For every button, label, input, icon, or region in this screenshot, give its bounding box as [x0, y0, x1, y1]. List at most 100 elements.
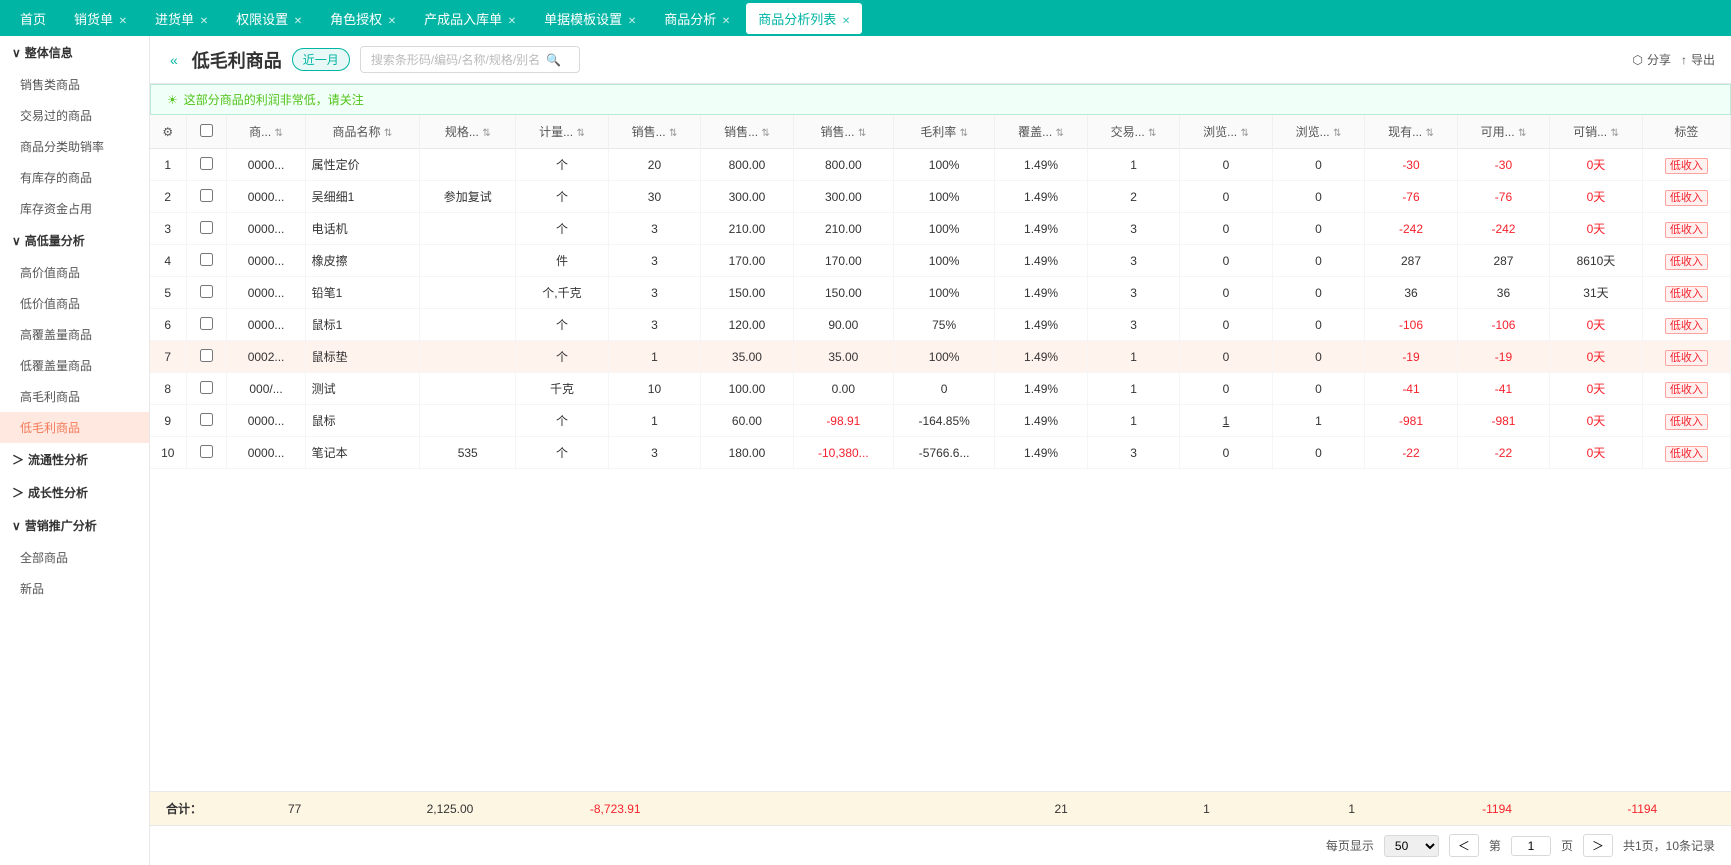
- col-sales-price[interactable]: 销售... ⇅: [701, 115, 793, 149]
- search-box[interactable]: 搜索条形码/编码/名称/规格/别名 🔍: [360, 46, 580, 73]
- nav-permissions[interactable]: 权限设置 ✕: [224, 3, 314, 34]
- cell-browse1: 0: [1180, 277, 1272, 309]
- col-sales-qty[interactable]: 销售... ⇅: [608, 115, 700, 149]
- row-checkbox[interactable]: [200, 253, 213, 266]
- share-btn[interactable]: ⬡ 分享: [1632, 51, 1671, 68]
- sidebar-item-high-value[interactable]: 高价值商品: [0, 257, 149, 288]
- sidebar-item-low-margin[interactable]: 低毛利商品: [0, 412, 149, 443]
- cell-current-stock: -76: [1365, 181, 1457, 213]
- row-checkbox[interactable]: [200, 285, 213, 298]
- sidebar-item-low-value[interactable]: 低价值商品: [0, 288, 149, 319]
- cell-tag: 低收入: [1642, 341, 1730, 373]
- col-browse2[interactable]: 浏览... ⇅: [1272, 115, 1364, 149]
- prev-page-btn[interactable]: ＜: [1449, 834, 1479, 857]
- sidebar-collapse-btn[interactable]: «: [166, 48, 182, 72]
- col-settings[interactable]: ⚙: [150, 115, 186, 149]
- sidebar-group-growth[interactable]: ＞ 成长性分析: [0, 476, 149, 509]
- next-page-btn[interactable]: ＞: [1583, 834, 1613, 857]
- cell-transaction: 3: [1087, 437, 1179, 469]
- nav-close-template-settings[interactable]: ✕: [628, 16, 636, 27]
- sidebar-item-low-coverage[interactable]: 低覆盖量商品: [0, 350, 149, 381]
- sidebar-item-category-sales-rate[interactable]: 商品分类助销率: [0, 131, 149, 162]
- col-name[interactable]: 商品名称 ⇅: [305, 115, 420, 149]
- search-icon[interactable]: 🔍: [546, 53, 561, 67]
- nav-close-purchase[interactable]: ✕: [200, 16, 208, 27]
- cell-checkbox[interactable]: [186, 309, 227, 341]
- sidebar-group-overall[interactable]: ∨ 整体信息: [0, 36, 149, 69]
- nav-home[interactable]: 首页: [8, 3, 58, 34]
- table-row: 1 0000... 属性定价 个 20 800.00 800.00 100% 1…: [150, 149, 1731, 181]
- cell-browse1[interactable]: 1: [1180, 405, 1272, 437]
- row-checkbox[interactable]: [200, 349, 213, 362]
- page-size-select[interactable]: 50 100 200: [1384, 835, 1439, 857]
- nav-sales[interactable]: 销货单 ✕: [62, 3, 139, 34]
- col-spec[interactable]: 规格... ⇅: [420, 115, 516, 149]
- col-tag[interactable]: 标签: [1642, 115, 1730, 149]
- col-coverage[interactable]: 覆盖... ⇅: [995, 115, 1087, 149]
- cell-checkbox[interactable]: [186, 341, 227, 373]
- sidebar-item-all-goods[interactable]: 全部商品: [0, 542, 149, 573]
- cell-browse1: 0: [1180, 373, 1272, 405]
- row-checkbox[interactable]: [200, 381, 213, 394]
- cell-checkbox[interactable]: [186, 245, 227, 277]
- filter-recent-month-btn[interactable]: 近一月: [292, 48, 350, 71]
- footer-sales-qty: 77: [265, 802, 325, 816]
- col-browse1[interactable]: 浏览... ⇅: [1180, 115, 1272, 149]
- nav-close-roles[interactable]: ✕: [388, 16, 396, 27]
- nav-product-analysis[interactable]: 商品分析 ✕: [652, 3, 742, 34]
- col-code[interactable]: 商... ⇅: [227, 115, 305, 149]
- col-saleable-days[interactable]: 可销... ⇅: [1550, 115, 1642, 149]
- row-checkbox[interactable]: [200, 413, 213, 426]
- nav-close-product-analysis[interactable]: ✕: [722, 16, 730, 27]
- sidebar-item-in-stock-goods[interactable]: 有库存的商品: [0, 162, 149, 193]
- nav-product-entry[interactable]: 产成品入库单 ✕: [412, 3, 528, 34]
- row-checkbox[interactable]: [200, 221, 213, 234]
- sidebar-item-high-coverage[interactable]: 高覆盖量商品: [0, 319, 149, 350]
- cell-browse1: 0: [1180, 309, 1272, 341]
- col-current-stock[interactable]: 现有... ⇅: [1365, 115, 1457, 149]
- row-checkbox[interactable]: [200, 317, 213, 330]
- col-gross-margin[interactable]: 毛利率 ⇅: [893, 115, 994, 149]
- cell-checkbox[interactable]: [186, 437, 227, 469]
- nav-purchase[interactable]: 进货单 ✕: [143, 3, 220, 34]
- cell-checkbox[interactable]: [186, 149, 227, 181]
- row-checkbox[interactable]: [200, 445, 213, 458]
- sidebar-item-sales-goods[interactable]: 销售类商品: [0, 69, 149, 100]
- sidebar-item-high-margin[interactable]: 高毛利商品: [0, 381, 149, 412]
- col-transaction[interactable]: 交易... ⇅: [1087, 115, 1179, 149]
- cell-sales-qty: 3: [608, 309, 700, 341]
- nav-roles[interactable]: 角色授权 ✕: [318, 3, 408, 34]
- current-page-input[interactable]: [1511, 836, 1551, 856]
- cell-checkbox[interactable]: [186, 373, 227, 405]
- nav-close-product-entry[interactable]: ✕: [508, 16, 516, 27]
- cell-name: 属性定价: [305, 149, 420, 181]
- nav-template-settings[interactable]: 单据模板设置 ✕: [532, 3, 648, 34]
- cell-coverage: 1.49%: [995, 245, 1087, 277]
- export-btn[interactable]: ↑ 导出: [1681, 51, 1715, 68]
- cell-sales-amount: 90.00: [793, 309, 893, 341]
- cell-tag: 低收入: [1642, 213, 1730, 245]
- sidebar-group-marketing[interactable]: ∨ 营销推广分析: [0, 509, 149, 542]
- nav-close-permissions[interactable]: ✕: [294, 16, 302, 27]
- sidebar-group-high-low[interactable]: ∨ 高低量分析: [0, 224, 149, 257]
- nav-close-sales[interactable]: ✕: [119, 16, 127, 27]
- col-unit[interactable]: 计量... ⇅: [516, 115, 608, 149]
- col-sales-amount[interactable]: 销售... ⇅: [793, 115, 893, 149]
- sidebar-item-stock-capital[interactable]: 库存资金占用: [0, 193, 149, 224]
- row-checkbox[interactable]: [200, 189, 213, 202]
- nav-close-product-analysis-list[interactable]: ✕: [842, 16, 850, 27]
- col-checkbox[interactable]: [186, 115, 227, 149]
- cell-available-stock: -106: [1457, 309, 1549, 341]
- cell-checkbox[interactable]: [186, 405, 227, 437]
- sidebar-item-new-goods[interactable]: 新品: [0, 573, 149, 604]
- cell-coverage: 1.49%: [995, 341, 1087, 373]
- row-checkbox[interactable]: [200, 157, 213, 170]
- sidebar-item-traded-goods[interactable]: 交易过的商品: [0, 100, 149, 131]
- cell-checkbox[interactable]: [186, 181, 227, 213]
- sidebar-group-circulation[interactable]: ＞ 流通性分析: [0, 443, 149, 476]
- nav-product-analysis-list[interactable]: 商品分析列表 ✕: [746, 3, 862, 34]
- cell-checkbox[interactable]: [186, 277, 227, 309]
- cell-checkbox[interactable]: [186, 213, 227, 245]
- select-all-checkbox[interactable]: [200, 124, 213, 137]
- col-available-stock[interactable]: 可用... ⇅: [1457, 115, 1549, 149]
